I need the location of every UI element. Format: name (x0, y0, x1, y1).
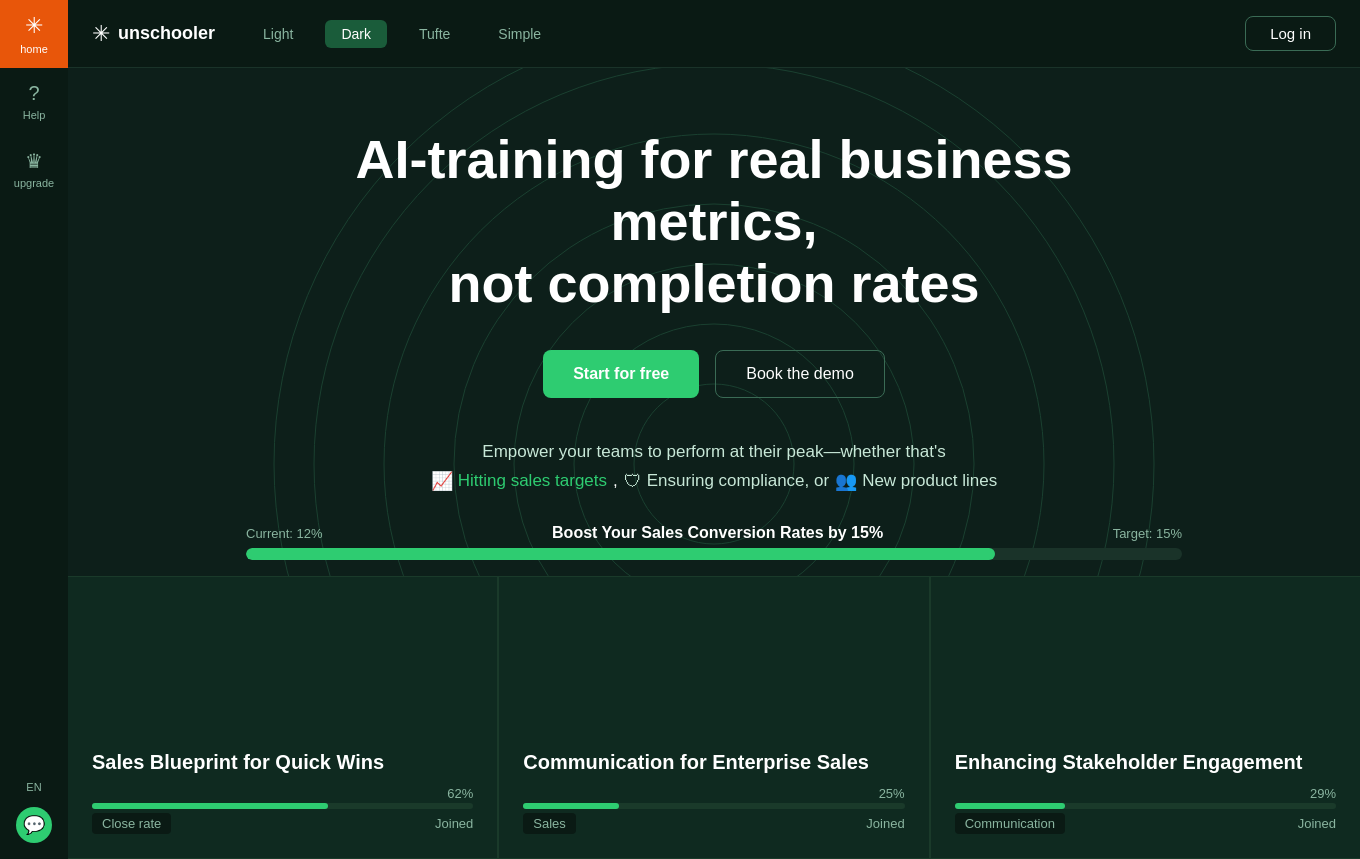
card-2-progress-bar (523, 803, 904, 809)
card-1-progress-fill (92, 803, 328, 809)
theme-tufte-button[interactable]: Tufte (403, 20, 466, 48)
sidebar-item-upgrade[interactable]: ♛ upgrade (0, 135, 68, 203)
sidebar-home[interactable]: ✳ home (0, 0, 68, 68)
chat-button[interactable]: 💬 (16, 807, 52, 843)
sidebar-help-label: Help (23, 109, 46, 121)
card-2-bottom: Sales Joined (523, 813, 904, 834)
card-3-title: Enhancing Stakeholder Engagement (955, 751, 1336, 774)
theme-simple-button[interactable]: Simple (482, 20, 557, 48)
feature-sales: 📈 Hitting sales targets (431, 470, 607, 492)
boost-target-label: Target: 15% (1113, 526, 1182, 541)
card-2-joined: Joined (866, 816, 904, 831)
feature-compliance: 🛡 Ensuring compliance, or (624, 471, 829, 492)
cta-buttons: Start for free Book the demo (543, 350, 885, 398)
card-communication-enterprise: Communication for Enterprise Sales 25% S… (498, 576, 929, 859)
card-3-progress-fill (955, 803, 1066, 809)
shield-icon: 🛡 (624, 471, 642, 492)
empower-text: Empower your teams to perform at their p… (482, 442, 945, 462)
card-3-pct: 29% (1310, 786, 1336, 801)
feature-product: 👥 New product lines (835, 470, 997, 492)
logo-star-icon: ✳ (92, 21, 110, 47)
feature-separator-1: , (613, 471, 618, 491)
boost-current-label: Current: 12% (246, 526, 323, 541)
boost-header: Current: 12% Boost Your Sales Conversion… (246, 524, 1182, 542)
card-1-progress-bar (92, 803, 473, 809)
chat-icon: 💬 (23, 814, 45, 836)
product-icon: 👥 (835, 470, 857, 492)
sidebar-item-help[interactable]: ? Help (0, 68, 68, 135)
feature-product-label: New product lines (862, 471, 997, 491)
cards-section: Sales Blueprint for Quick Wins 62% Close… (68, 576, 1360, 859)
book-demo-button[interactable]: Book the demo (715, 350, 885, 398)
chart-icon: 📈 (431, 470, 453, 492)
card-2-metric: Sales (523, 813, 576, 834)
top-navigation: ✳ unschooler Light Dark Tufte Simple Log… (68, 0, 1360, 68)
card-2-title: Communication for Enterprise Sales (523, 751, 904, 774)
boost-bar-fill (246, 548, 995, 560)
theme-dark-button[interactable]: Dark (325, 20, 387, 48)
feature-compliance-label: Ensuring compliance, or (647, 471, 829, 491)
card-stakeholder-engagement: Enhancing Stakeholder Engagement 29% Com… (930, 576, 1360, 859)
boost-title: Boost Your Sales Conversion Rates by 15% (323, 524, 1113, 542)
feature-row: 📈 Hitting sales targets , 🛡 Ensuring com… (431, 470, 998, 492)
sidebar: ✳ home ? Help ♛ upgrade EN 💬 (0, 0, 68, 859)
logo-text: unschooler (118, 23, 215, 44)
card-1-pct-row: 62% (92, 786, 473, 801)
card-3-progress-bar (955, 803, 1336, 809)
start-free-button[interactable]: Start for free (543, 350, 699, 398)
feature-sales-label: Hitting sales targets (458, 471, 607, 491)
card-1-bottom: Close rate Joined (92, 813, 473, 834)
sidebar-home-label: home (20, 43, 48, 55)
help-icon: ? (28, 82, 39, 105)
logo-area: ✳ unschooler (92, 21, 215, 47)
card-1-title: Sales Blueprint for Quick Wins (92, 751, 473, 774)
card-3-pct-row: 29% (955, 786, 1336, 801)
language-badge[interactable]: EN (26, 775, 41, 799)
card-1-pct: 62% (447, 786, 473, 801)
crown-icon: ♛ (25, 149, 43, 173)
login-button[interactable]: Log in (1245, 16, 1336, 51)
card-2-progress-fill (523, 803, 618, 809)
svg-point-0 (634, 384, 794, 544)
star-icon: ✳ (25, 13, 43, 39)
hero-section: AI-training for real business metrics, n… (68, 68, 1360, 859)
hero-title: AI-training for real business metrics, n… (264, 128, 1164, 314)
card-2-pct-row: 25% (523, 786, 904, 801)
card-3-metric: Communication (955, 813, 1065, 834)
hero-title-line1: AI-training for real business metrics, (355, 129, 1072, 251)
boost-section: Current: 12% Boost Your Sales Conversion… (214, 524, 1214, 560)
boost-progress-bar (246, 548, 1182, 560)
sidebar-upgrade-label: upgrade (14, 177, 54, 189)
card-3-bottom: Communication Joined (955, 813, 1336, 834)
card-sales-blueprint: Sales Blueprint for Quick Wins 62% Close… (68, 576, 498, 859)
card-3-joined: Joined (1298, 816, 1336, 831)
card-1-metric: Close rate (92, 813, 171, 834)
hero-title-line2: not completion rates (448, 253, 979, 313)
card-1-joined: Joined (435, 816, 473, 831)
sidebar-bottom: EN 💬 (16, 775, 52, 859)
main-content: ✳ unschooler Light Dark Tufte Simple Log… (68, 0, 1360, 859)
card-2-pct: 25% (879, 786, 905, 801)
theme-light-button[interactable]: Light (247, 20, 309, 48)
